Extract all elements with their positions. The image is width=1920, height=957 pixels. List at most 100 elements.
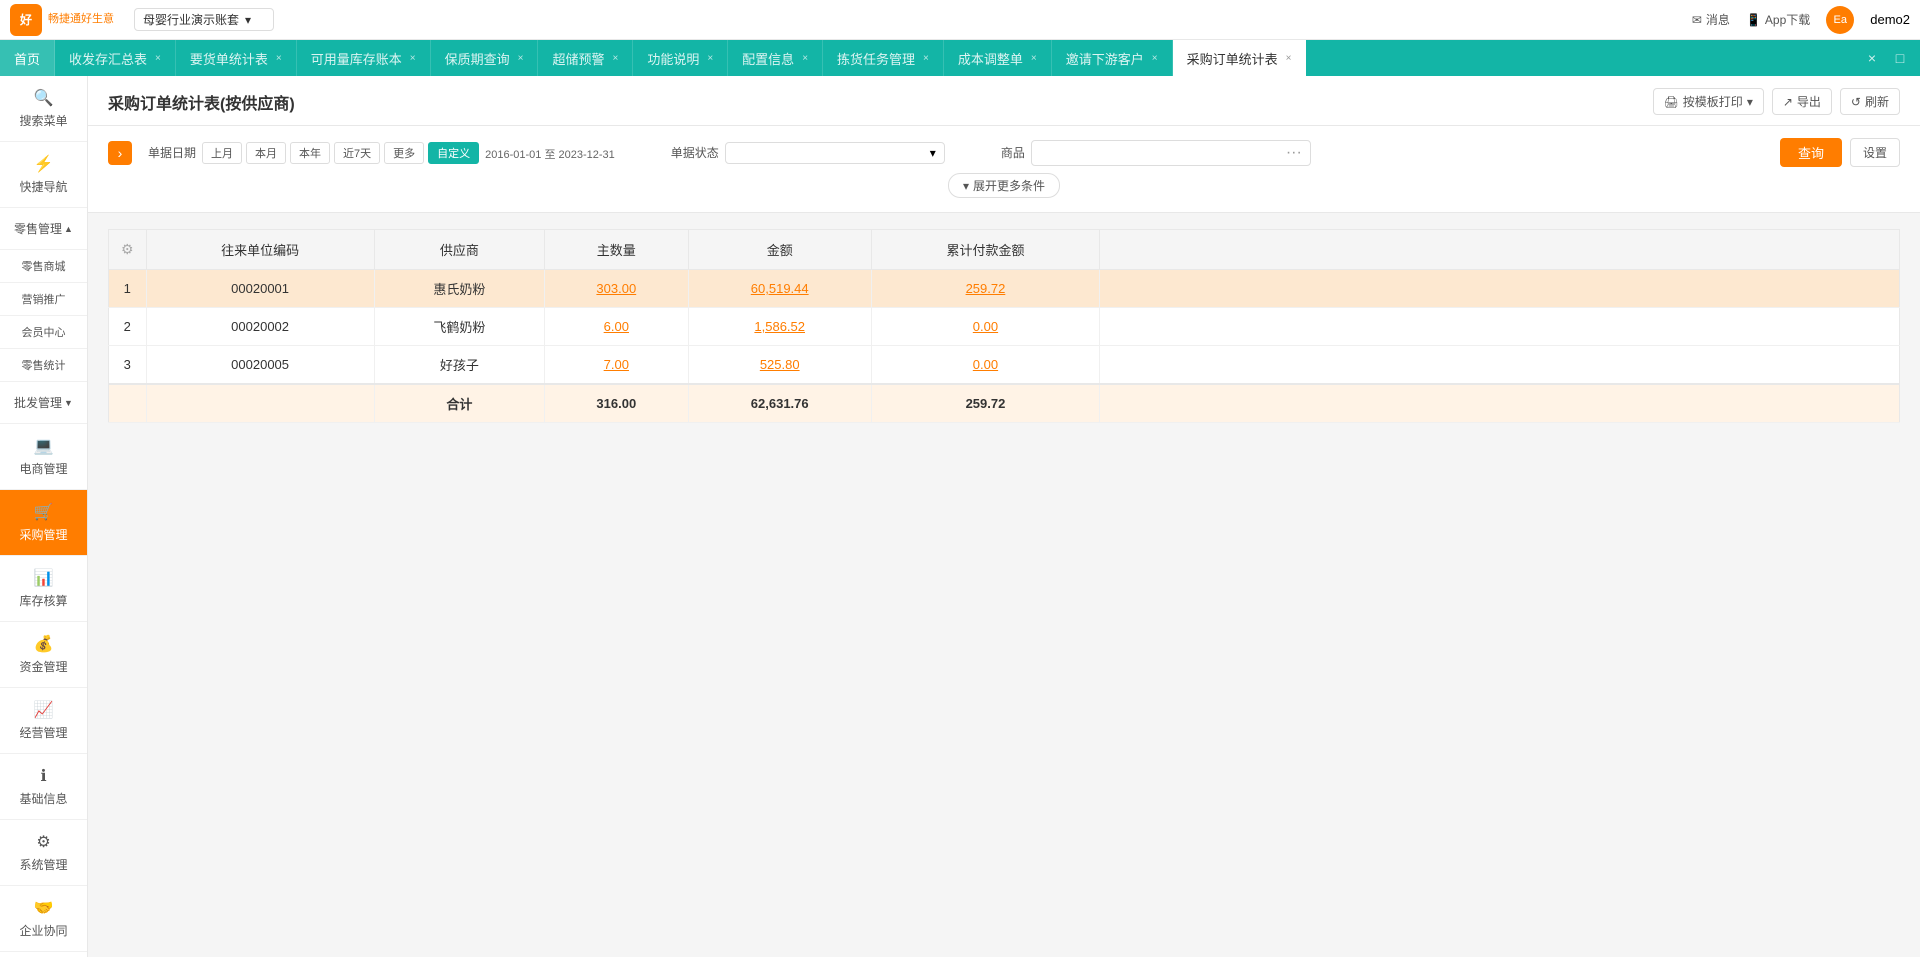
sidebar-item-cooperation[interactable]: 🤝 企业协同 — [0, 886, 87, 952]
export-button[interactable]: ↗ 导出 — [1772, 88, 1832, 115]
purchase-icon: 🛒 — [34, 502, 54, 522]
app-download-button[interactable]: 📱 App下载 — [1746, 11, 1810, 28]
goods-label: 商品 — [1001, 144, 1025, 161]
sidebar-item-quicknav[interactable]: ⚡ 快捷导航 — [0, 142, 87, 208]
amount-link[interactable]: 60,519.44 — [751, 281, 809, 296]
tab-chaozhu[interactable]: 超储预警 × — [538, 40, 633, 76]
export-label: 导出 — [1797, 93, 1821, 110]
tab-close-icon[interactable]: × — [155, 53, 161, 64]
tab-close-icon[interactable]: × — [923, 53, 929, 64]
operations-icon: 📈 — [34, 700, 54, 720]
refresh-label: 刷新 — [1865, 93, 1889, 110]
tab-keyong[interactable]: 可用量库存账本 × — [297, 40, 431, 76]
data-table: ⚙ 往来单位编码 供应商 主数量 金额 累计付款金额 1 00020001 惠氏… — [108, 229, 1900, 423]
sidebar-item-purchase[interactable]: 🛒 采购管理 — [0, 490, 87, 556]
tab-close-icon[interactable]: × — [707, 53, 713, 64]
sidebar-item-member[interactable]: 会员中心 — [0, 316, 87, 349]
tab-home[interactable]: 首页 — [0, 40, 55, 76]
sidebar-item-finance[interactable]: 💰 资金管理 — [0, 622, 87, 688]
amount-link[interactable]: 525.80 — [760, 357, 800, 372]
tab-close-icon[interactable]: × — [1031, 53, 1037, 64]
goods-more-icon[interactable]: ··· — [1286, 144, 1302, 162]
sidebar-item-label: 快捷导航 — [19, 178, 67, 195]
tab-close-icon[interactable]: × — [276, 53, 282, 64]
tab-chengben[interactable]: 成本调整单 × — [944, 40, 1052, 76]
th-supplier: 供应商 — [374, 230, 545, 270]
expand-filter-button[interactable]: › — [108, 141, 132, 165]
sidebar-item-ecommerce[interactable]: 💻 电商管理 — [0, 424, 87, 490]
settings-button[interactable]: 设置 — [1850, 138, 1900, 167]
avatar[interactable]: Ea — [1826, 6, 1854, 34]
sidebar-item-guide[interactable]: 🎯 新手引导 — [0, 952, 87, 957]
status-label: 单据状态 — [671, 144, 719, 161]
tab-baozhi[interactable]: 保质期查询 × — [431, 40, 539, 76]
th-code: 往来单位编码 — [146, 230, 374, 270]
tab-close-icon[interactable]: × — [612, 53, 618, 64]
tab-close-icon[interactable]: × — [1152, 53, 1158, 64]
sidebar-item-wholesale[interactable]: 批发管理 ▼ — [0, 382, 87, 424]
tab-close-icon[interactable]: × — [802, 53, 808, 64]
sidebar-item-search[interactable]: 🔍 搜索菜单 — [0, 76, 87, 142]
chevron-down-icon: ▾ — [963, 179, 969, 193]
tab-close-icon[interactable]: × — [1286, 53, 1292, 64]
sidebar-item-retail-mall[interactable]: 零售商城 — [0, 250, 87, 283]
tab-peizhi[interactable]: 配置信息 × — [728, 40, 823, 76]
tab-caigou-active[interactable]: 采购订单统计表 × — [1173, 40, 1307, 76]
tab-jianhuo[interactable]: 拣货任务管理 × — [823, 40, 944, 76]
tab-gongneng[interactable]: 功能说明 × — [633, 40, 728, 76]
goods-input[interactable]: ··· — [1031, 140, 1311, 166]
tab-close-icon[interactable]: × — [518, 53, 524, 64]
breadcrumb-select[interactable]: 母婴行业演示账套 ▾ — [134, 8, 274, 31]
gear-icon[interactable]: ⚙ — [121, 241, 134, 257]
date-label: 单据日期 — [148, 144, 196, 161]
date-btn-custom[interactable]: 自定义 — [428, 142, 479, 164]
cell-paid: 259.72 — [871, 270, 1099, 308]
page-header: 采购订单统计表(按供应商) 🖨 按模板打印 ▾ ↗ 导出 ↺ 刷新 — [88, 76, 1920, 126]
paid-link[interactable]: 0.00 — [973, 319, 998, 334]
tab-yaoqing[interactable]: 邀请下游客户 × — [1052, 40, 1173, 76]
cell-index: 3 — [109, 346, 147, 385]
date-btn-more[interactable]: 更多 — [384, 142, 424, 164]
quantity-link[interactable]: 6.00 — [604, 319, 629, 334]
close-window-button[interactable]: × — [1860, 46, 1884, 70]
paid-link[interactable]: 0.00 — [973, 357, 998, 372]
logo-icon: 好 — [10, 4, 42, 36]
sidebar-item-system[interactable]: ⚙ 系统管理 — [0, 820, 87, 886]
expand-more-button[interactable]: ▾ 展开更多条件 — [948, 173, 1060, 198]
date-btn-this-month[interactable]: 本月 — [246, 142, 286, 164]
refresh-button[interactable]: ↺ 刷新 — [1840, 88, 1900, 115]
sidebar-item-label: 搜索菜单 — [19, 112, 67, 129]
template-print-label: 按模板打印 — [1683, 93, 1743, 110]
cell-index: 2 — [109, 308, 147, 346]
basics-icon: ℹ — [40, 766, 46, 786]
sidebar-item-inventory[interactable]: 📊 库存核算 — [0, 556, 87, 622]
template-print-button[interactable]: 🖨 按模板打印 ▾ — [1653, 88, 1764, 115]
date-btn-this-year[interactable]: 本年 — [290, 142, 330, 164]
cell-code: 00020002 — [146, 308, 374, 346]
table-row: 2 00020002 飞鹤奶粉 6.00 1,586.52 0.00 — [109, 308, 1900, 346]
sidebar-item-retail-stats[interactable]: 零售统计 — [0, 349, 87, 382]
status-select[interactable]: ▾ — [725, 142, 945, 164]
message-button[interactable]: ✉ 消息 — [1692, 11, 1730, 28]
sidebar-item-label: 采购管理 — [19, 526, 67, 543]
sidebar-item-marketing[interactable]: 营销推广 — [0, 283, 87, 316]
quantity-link[interactable]: 303.00 — [596, 281, 636, 296]
query-button[interactable]: 查询 — [1780, 138, 1842, 167]
date-btn-last-month[interactable]: 上月 — [202, 142, 242, 164]
amount-link[interactable]: 1,586.52 — [754, 319, 805, 334]
tab-yaohuo[interactable]: 要货单统计表 × — [176, 40, 297, 76]
chevron-down-icon: ▾ — [1747, 95, 1753, 109]
paid-link[interactable]: 259.72 — [966, 281, 1006, 296]
quantity-link[interactable]: 7.00 — [604, 357, 629, 372]
tab-label: 邀请下游客户 — [1066, 49, 1144, 68]
tab-close-icon[interactable]: × — [410, 53, 416, 64]
tab-shofazun[interactable]: 收发存汇总表 × — [55, 40, 176, 76]
date-btn-7days[interactable]: 近7天 — [334, 142, 380, 164]
sidebar-item-operations[interactable]: 📈 经营管理 — [0, 688, 87, 754]
inventory-icon: 📊 — [34, 568, 54, 588]
maximize-window-button[interactable]: □ — [1888, 46, 1912, 70]
cell-supplier: 好孩子 — [374, 346, 545, 385]
sidebar-item-retail-mgmt[interactable]: 零售管理 ▲ — [0, 208, 87, 250]
cell-paid: 0.00 — [871, 308, 1099, 346]
sidebar-item-basics[interactable]: ℹ 基础信息 — [0, 754, 87, 820]
